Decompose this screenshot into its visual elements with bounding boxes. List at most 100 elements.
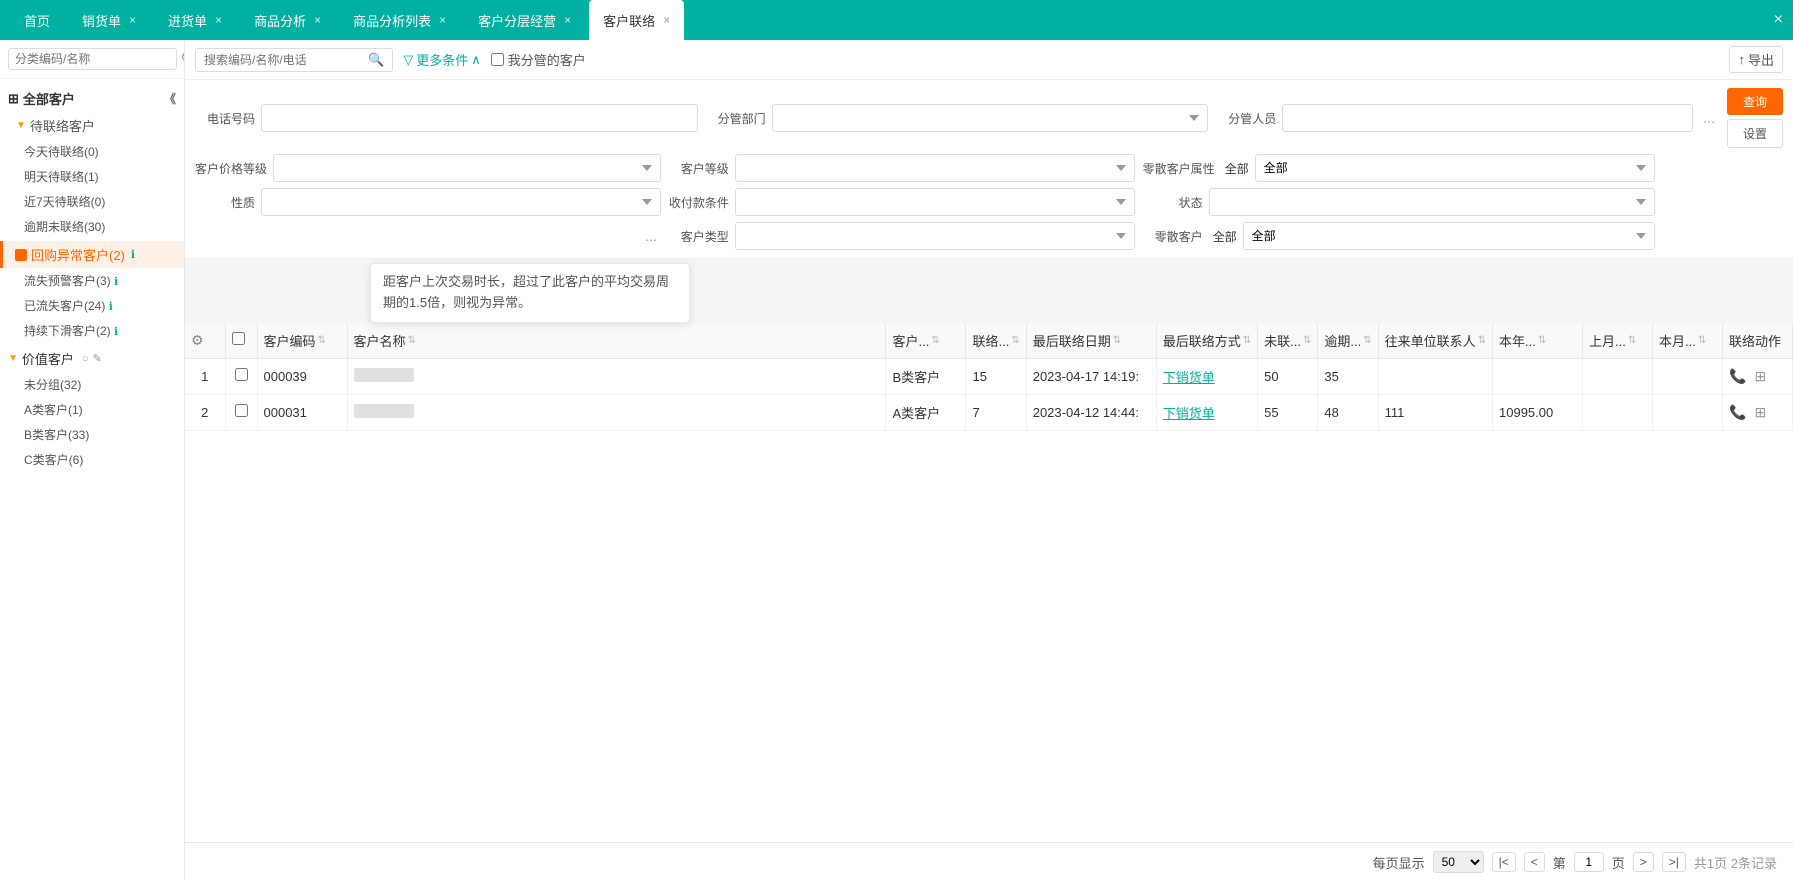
- sidebar-item-class-c[interactable]: C类客户(6): [0, 447, 184, 472]
- phone-input[interactable]: [261, 104, 698, 132]
- close-all-tabs-icon[interactable]: ×: [1774, 11, 1783, 29]
- search-submit-icon[interactable]: 🔍: [368, 52, 384, 68]
- value-group-edit-icon[interactable]: ✎: [93, 352, 102, 365]
- sidebar-item-churn-warning[interactable]: 流失预警客户(3) ℹ: [0, 268, 184, 293]
- row1-this-month: [1653, 358, 1723, 394]
- tab-home[interactable]: 首页: [10, 0, 64, 40]
- field-scatter-customer: 零散客户 全部 全部: [1143, 222, 1655, 250]
- row2-phone-icon[interactable]: 📞: [1729, 404, 1746, 421]
- per-page-select[interactable]: 20 50 100: [1433, 851, 1484, 873]
- my-customer-checkbox[interactable]: 我分管的客户: [491, 50, 586, 69]
- close-customer-contact[interactable]: ×: [663, 13, 670, 27]
- next-page-btn[interactable]: >: [1633, 852, 1654, 872]
- row2-action: 📞 ⊞: [1723, 394, 1793, 430]
- dept-select[interactable]: [772, 104, 1209, 132]
- sidebar-item-declining[interactable]: 持续下滑客户(2) ℹ: [0, 318, 184, 343]
- col-header-last-contact-method[interactable]: 最后联络方式⇅: [1156, 323, 1257, 359]
- close-product-analysis[interactable]: ×: [314, 13, 321, 27]
- row1-phone-icon[interactable]: 📞: [1729, 368, 1746, 385]
- close-sales-order[interactable]: ×: [129, 13, 136, 27]
- prev-page-btn[interactable]: <: [1524, 852, 1545, 872]
- col-header-this-month[interactable]: 本月...⇅: [1653, 323, 1723, 359]
- row1-contact-count: 15: [966, 358, 1026, 394]
- table-row: 1 000039 B类客户 15 2023-04-17 14:19: 下销货单 …: [185, 358, 1793, 394]
- my-customer-check[interactable]: [491, 53, 504, 66]
- manager-more-icon[interactable]: ...: [1699, 110, 1719, 126]
- row2-name: [347, 394, 886, 430]
- sidebar-item-abnormal-repurchase[interactable]: 回购异常客户(2) ℹ: [0, 241, 184, 268]
- col-header-last-month[interactable]: 上月...⇅: [1583, 323, 1653, 359]
- query-button[interactable]: 查询: [1727, 88, 1783, 115]
- search-input[interactable]: [204, 53, 364, 67]
- more-conditions-btn[interactable]: ▽ 更多条件 ∧: [403, 50, 481, 69]
- status-select[interactable]: [1209, 188, 1655, 216]
- sidebar-value-group[interactable]: ▼ 价值客户 ○ ✎: [0, 343, 184, 372]
- col-header-type[interactable]: 客户...⇅: [886, 323, 966, 359]
- gear-settings-icon[interactable]: ⚙: [191, 332, 204, 348]
- sidebar-pending-section: ▼ 待联络客户 今天待联络(0) 明天待联络(1) 近7天待联络(0) 逾期未联…: [0, 112, 184, 239]
- select-all-checkbox[interactable]: [232, 332, 245, 345]
- more-icon[interactable]: ...: [641, 228, 661, 244]
- col-header-overdue[interactable]: 逾期...⇅: [1318, 323, 1378, 359]
- tab-product-analysis[interactable]: 商品分析 ×: [240, 0, 335, 40]
- tab-customer-contact[interactable]: 客户联络 ×: [589, 0, 684, 40]
- tooltip-box: 距客户上次交易时长，超过了此客户的平均交易周期的1.5倍，则视为异常。: [370, 263, 690, 323]
- row2-overdue: 48: [1318, 394, 1378, 430]
- row2-this-year: 10995.00: [1493, 394, 1583, 430]
- scatter-attr-select[interactable]: 全部: [1255, 154, 1655, 182]
- sidebar-item-7days[interactable]: 近7天待联络(0): [0, 189, 184, 214]
- info-icon[interactable]: ℹ: [131, 248, 135, 261]
- scatter-customer-select[interactable]: 全部: [1243, 222, 1655, 250]
- export-button[interactable]: ↑ 导出: [1729, 46, 1783, 73]
- row2-method-link[interactable]: 下销货单: [1163, 406, 1215, 421]
- close-product-analysis-list[interactable]: ×: [439, 13, 446, 27]
- price-level-select[interactable]: [273, 154, 661, 182]
- row1-checkbox[interactable]: [235, 368, 248, 381]
- sidebar-item-ungroup[interactable]: 未分组(32): [0, 372, 184, 397]
- settings-button[interactable]: 设置: [1727, 119, 1783, 148]
- page-input[interactable]: [1574, 852, 1604, 872]
- sidebar-collapse-btn[interactable]: 《: [164, 90, 176, 107]
- payment-terms-select[interactable]: [735, 188, 1135, 216]
- col-header-contacts[interactable]: 往来单位联系人⇅: [1378, 323, 1492, 359]
- first-page-btn[interactable]: |<: [1492, 852, 1516, 872]
- sidebar-all-customers[interactable]: ⊞ 全部客户 《: [0, 85, 184, 112]
- col-header-code[interactable]: 客户编码⇅: [257, 323, 347, 359]
- row2-type: A类客户: [886, 394, 966, 430]
- last-page-btn[interactable]: >|: [1662, 852, 1686, 872]
- close-customer-stratify[interactable]: ×: [564, 13, 571, 27]
- filter-row-1: 电话号码 分管部门 分管人员 ... 查询 设置: [195, 88, 1783, 148]
- col-header-last-contact-date[interactable]: 最后联络日期⇅: [1026, 323, 1156, 359]
- col-header-name[interactable]: 客户名称⇅: [347, 323, 886, 359]
- col-header-this-year[interactable]: 本年...⇅: [1493, 323, 1583, 359]
- row2-more-icon[interactable]: ⊞: [1754, 404, 1766, 421]
- manager-input[interactable]: [1282, 104, 1693, 132]
- row1-code: 000039: [257, 358, 347, 394]
- sidebar-item-overdue[interactable]: 逾期未联络(30): [0, 214, 184, 239]
- sidebar-pending-group[interactable]: ▼ 待联络客户: [0, 112, 184, 139]
- tab-sales-order[interactable]: 销货单 ×: [68, 0, 150, 40]
- row1-more-icon[interactable]: ⊞: [1754, 368, 1766, 385]
- sidebar-item-class-b[interactable]: B类客户(33): [0, 422, 184, 447]
- tab-purchase-order[interactable]: 进货单 ×: [154, 0, 236, 40]
- filter-bar: 🔍 ▽ 更多条件 ∧ 我分管的客户 ↑ 导出: [185, 40, 1793, 80]
- sidebar-item-class-a[interactable]: A类客户(1): [0, 397, 184, 422]
- close-purchase-order[interactable]: ×: [215, 13, 222, 27]
- field-manager: 分管人员 ...: [1216, 104, 1719, 132]
- row2-checkbox[interactable]: [235, 404, 248, 417]
- sidebar-item-tomorrow[interactable]: 明天待联络(1): [0, 164, 184, 189]
- sidebar-item-today[interactable]: 今天待联络(0): [0, 139, 184, 164]
- tab-customer-stratify[interactable]: 客户分层经营 ×: [464, 0, 585, 40]
- sidebar-item-churned[interactable]: 已流失客户(24) ℹ: [0, 293, 184, 318]
- tab-product-analysis-list[interactable]: 商品分析列表 ×: [339, 0, 460, 40]
- sort-contacts-icon: ⇅: [1478, 335, 1486, 346]
- customer-level-select[interactable]: [735, 154, 1135, 182]
- customer-type-select[interactable]: [735, 222, 1135, 250]
- row1-method-link[interactable]: 下销货单: [1163, 370, 1215, 385]
- table-header-row: ⚙ 客户编码⇅ 客户名称⇅ 客户...⇅: [185, 323, 1793, 359]
- col-header-contact-count[interactable]: 联络...⇅: [966, 323, 1026, 359]
- sidebar-search-input[interactable]: [8, 48, 177, 70]
- col-header-action: 联络动作: [1723, 323, 1793, 359]
- col-header-unread[interactable]: 未联...⇅: [1258, 323, 1318, 359]
- nature-select[interactable]: [261, 188, 661, 216]
